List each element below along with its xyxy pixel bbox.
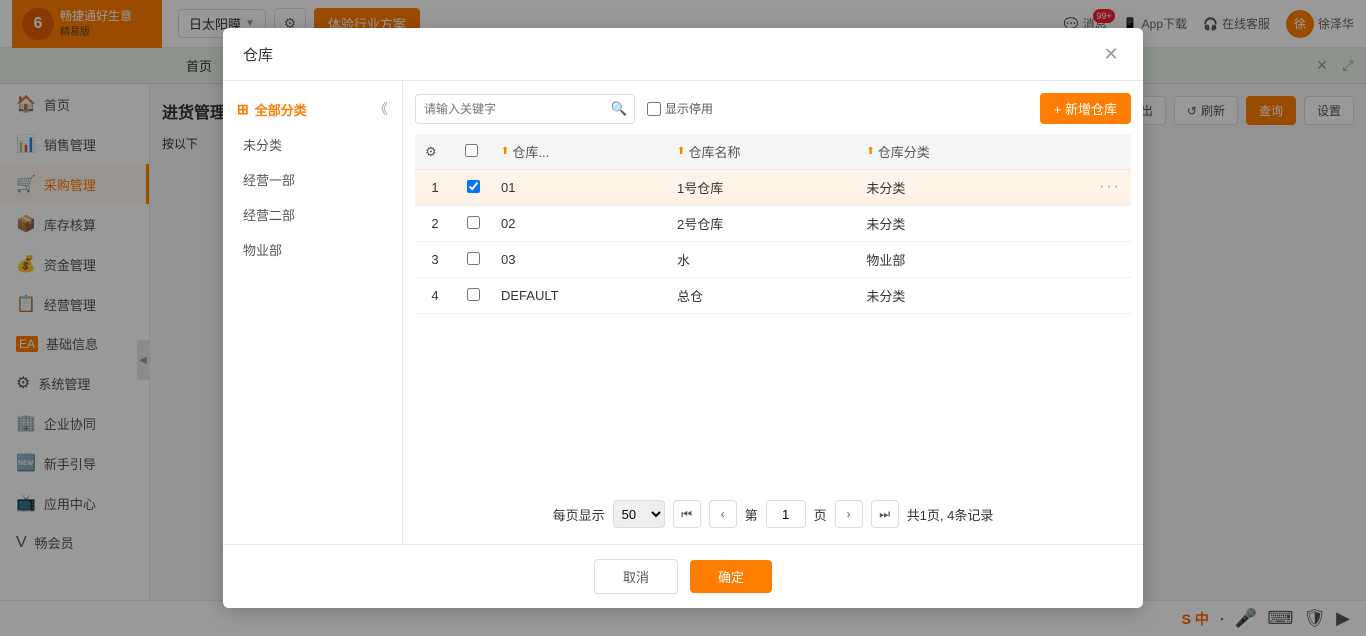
- sort-icon-name: ⬆: [677, 146, 685, 157]
- category-header: ⊞ 全部分类 《: [223, 91, 402, 127]
- prev-page-button[interactable]: ‹: [709, 500, 737, 528]
- modal-header: 仓库 ✕: [223, 28, 1143, 81]
- row-index: 1: [415, 170, 455, 206]
- table-row[interactable]: 2 02 2号仓库 未分类: [415, 206, 1131, 242]
- show-disabled-checkbox[interactable]: [647, 102, 661, 116]
- search-input[interactable]: [416, 97, 604, 121]
- row-code: 01: [491, 170, 667, 206]
- table-row[interactable]: 1 01 1号仓库 未分类···: [415, 170, 1131, 206]
- category-item-3[interactable]: 物业部: [223, 232, 402, 267]
- search-button[interactable]: 🔍: [604, 95, 634, 123]
- category-collapse-button[interactable]: 《: [374, 99, 388, 119]
- show-disabled-label[interactable]: 显示停用: [647, 100, 713, 117]
- row-checkbox[interactable]: [455, 170, 491, 206]
- cancel-button[interactable]: 取消: [594, 559, 678, 594]
- table-row[interactable]: 4 DEFAULT 总仓 未分类: [415, 278, 1131, 314]
- row-category: 未分类: [856, 206, 1131, 242]
- confirm-button[interactable]: 确定: [690, 560, 772, 593]
- add-warehouse-button[interactable]: + 新增仓库: [1040, 93, 1131, 124]
- row-code: 03: [491, 242, 667, 278]
- row-checkbox[interactable]: [455, 242, 491, 278]
- warehouse-modal: 仓库 ✕ ⊞ 全部分类 《 未分类 经营一部: [223, 28, 1143, 608]
- category-item-2[interactable]: 经营二部: [223, 197, 402, 232]
- modal-body: ⊞ 全部分类 《 未分类 经营一部 经营二部 物业部: [223, 81, 1143, 544]
- row-name: 总仓: [667, 278, 856, 314]
- row-code: DEFAULT: [491, 278, 667, 314]
- sort-icon: ⬆: [501, 146, 509, 157]
- search-box: 🔍: [415, 94, 635, 124]
- th-category: ⬆ 仓库分类: [856, 134, 1131, 170]
- warehouse-table: ⚙ ⬆ 仓库... ⬆: [415, 134, 1131, 314]
- row-category: 物业部: [856, 242, 1131, 278]
- row-name: 1号仓库: [667, 170, 856, 206]
- table-container: ⚙ ⬆ 仓库... ⬆: [415, 134, 1131, 488]
- modal-title: 仓库: [243, 44, 273, 65]
- row-code: 02: [491, 206, 667, 242]
- first-page-button[interactable]: ⏮: [673, 500, 701, 528]
- category-item-0[interactable]: 未分类: [223, 127, 402, 162]
- row-index: 3: [415, 242, 455, 278]
- row-name: 2号仓库: [667, 206, 856, 242]
- sort-icon-cat: ⬆: [866, 146, 874, 157]
- grid-icon: ⊞: [237, 101, 249, 118]
- table-row[interactable]: 3 03 水 物业部: [415, 242, 1131, 278]
- modal-close-button[interactable]: ✕: [1099, 42, 1123, 66]
- table-body: 1 01 1号仓库 未分类··· 2 02 2号仓库 未分类 3 03 水 物业…: [415, 170, 1131, 314]
- th-settings: ⚙: [415, 134, 455, 170]
- table-header-row: ⚙ ⬆ 仓库... ⬆: [415, 134, 1131, 170]
- category-panel: ⊞ 全部分类 《 未分类 经营一部 经营二部 物业部: [223, 81, 403, 544]
- modal-footer: 取消 确定: [223, 544, 1143, 608]
- last-page-button[interactable]: ⏭: [871, 500, 899, 528]
- modal-toolbar: 🔍 显示停用 + 新增仓库: [415, 93, 1131, 124]
- th-name: ⬆ 仓库名称: [667, 134, 856, 170]
- table-panel: 🔍 显示停用 + 新增仓库 ⚙: [403, 81, 1143, 544]
- select-all-checkbox[interactable]: [465, 144, 478, 157]
- row-category: 未分类: [856, 278, 1131, 314]
- pagination: 每页显示 50 20 100 ⏮ ‹ 第 页 › ⏭ 共1页, 4条记录: [415, 488, 1131, 532]
- per-page-select[interactable]: 50 20 100: [613, 500, 665, 528]
- category-item-1[interactable]: 经营一部: [223, 162, 402, 197]
- modal-overlay: 仓库 ✕ ⊞ 全部分类 《 未分类 经营一部: [0, 0, 1366, 636]
- row-checkbox[interactable]: [455, 278, 491, 314]
- th-code: ⬆ 仓库...: [491, 134, 667, 170]
- row-category: 未分类···: [856, 170, 1131, 206]
- row-index: 2: [415, 206, 455, 242]
- th-checkbox: [455, 134, 491, 170]
- next-page-button[interactable]: ›: [835, 500, 863, 528]
- row-checkbox[interactable]: [455, 206, 491, 242]
- table-head: ⚙ ⬆ 仓库... ⬆: [415, 134, 1131, 170]
- page-input[interactable]: [766, 500, 806, 528]
- row-more-button[interactable]: ···: [1099, 178, 1121, 196]
- row-index: 4: [415, 278, 455, 314]
- all-categories-button[interactable]: ⊞ 全部分类: [237, 100, 307, 119]
- row-name: 水: [667, 242, 856, 278]
